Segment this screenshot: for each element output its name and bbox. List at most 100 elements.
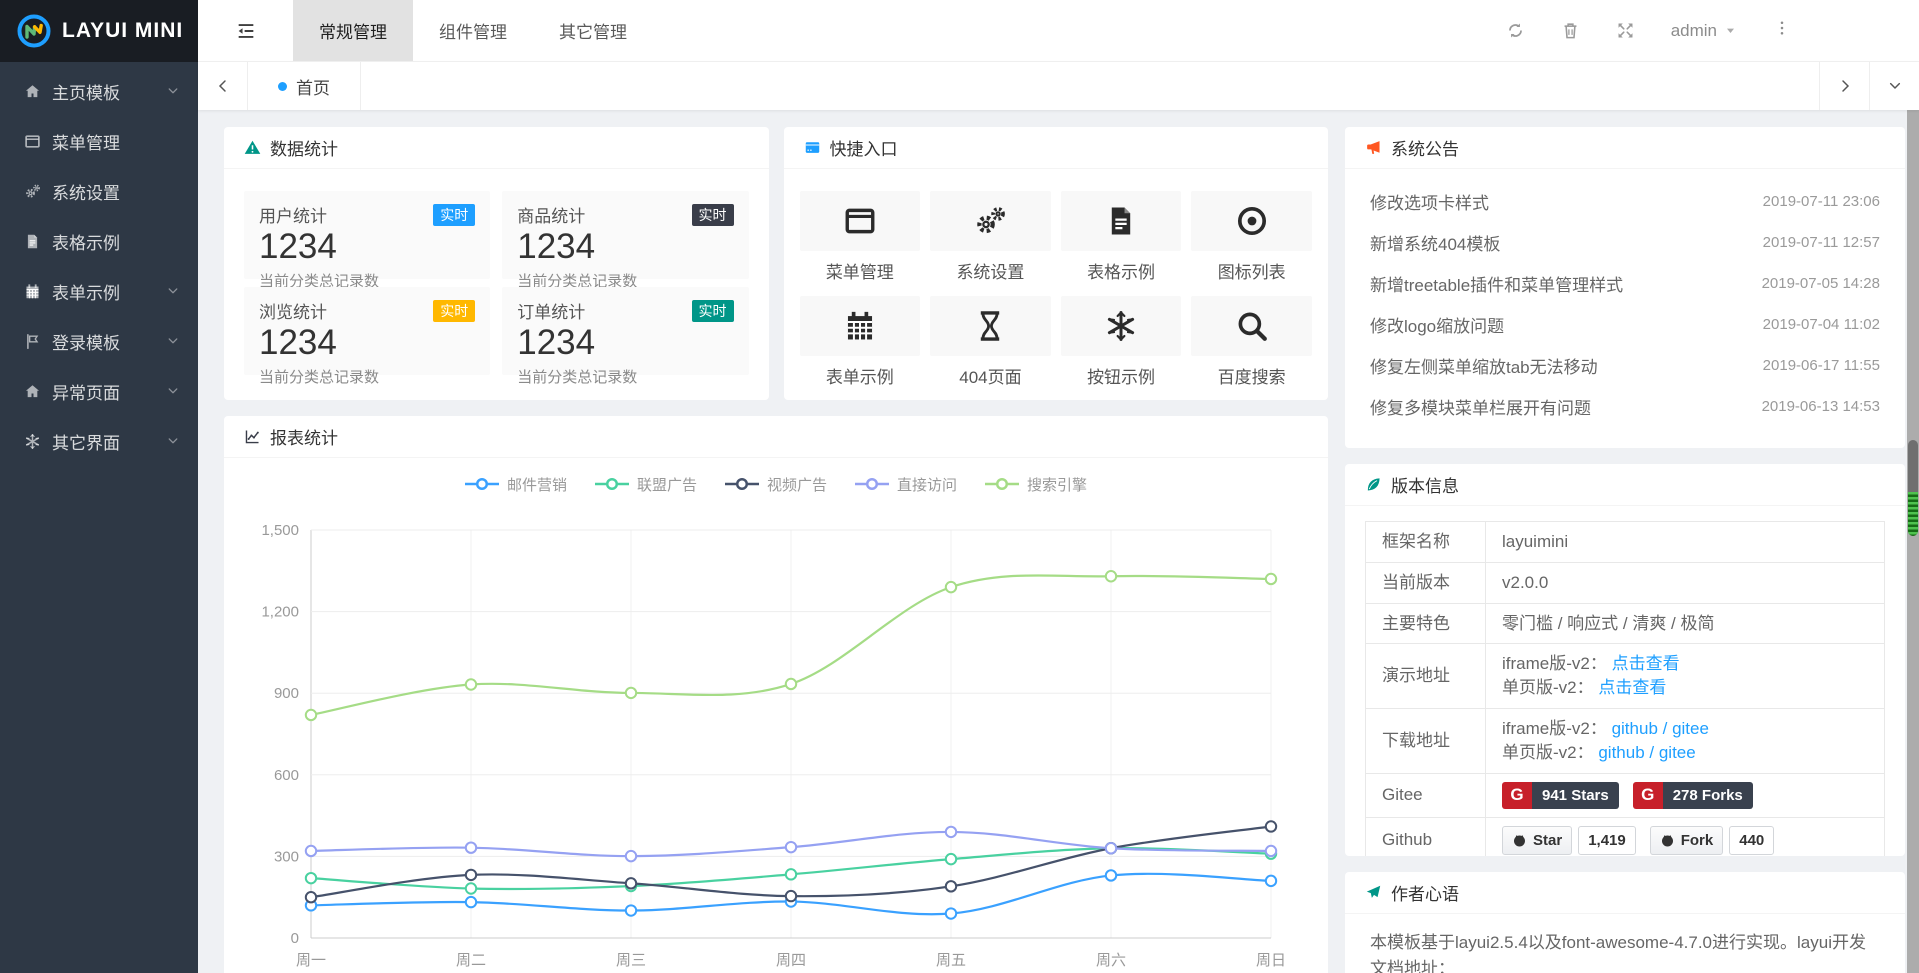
module-tab-1[interactable]: 组件管理	[413, 0, 533, 61]
quick-tile	[1191, 191, 1312, 251]
panel-title: 快捷入口	[830, 135, 898, 160]
sidebar-item-1[interactable]: 菜单管理	[0, 116, 198, 166]
link-gitee[interactable]: gitee	[1672, 719, 1709, 738]
github-star-button[interactable]: Star	[1502, 826, 1572, 855]
scrollbar[interactable]	[1907, 110, 1919, 973]
github-icon	[1512, 833, 1527, 848]
sidebar-item-6[interactable]: 异常页面	[0, 366, 198, 416]
module-tabs: 常规管理组件管理其它管理	[293, 0, 653, 61]
quick-entry-grid: 菜单管理 系统设置 表格示例 图标列表 表单示例 404页面 按钮示例 百度搜索	[784, 169, 1329, 400]
trash-button[interactable]	[1561, 21, 1580, 40]
quick-entry-表格示例[interactable]: 表格示例	[1061, 191, 1182, 296]
quick-entry-404页面[interactable]: 404页面	[930, 296, 1051, 400]
stat-card[interactable]: 商品统计实时 1234 当前分类总记录数	[502, 191, 748, 279]
gitee-badge[interactable]: G941 Stars	[1502, 782, 1619, 809]
quick-entry-系统设置[interactable]: 系统设置	[930, 191, 1051, 296]
user-menu[interactable]: admin	[1671, 21, 1737, 41]
legend-item-邮件营销[interactable]: 邮件营销	[465, 474, 567, 494]
tabs-menu-button[interactable]	[1869, 62, 1919, 110]
fullscreen-button[interactable]	[1616, 21, 1635, 40]
link-点击查看[interactable]: 点击查看	[1612, 654, 1680, 673]
panel-header: 报表统计	[224, 416, 1328, 458]
quick-entry-菜单管理[interactable]: 菜单管理	[800, 191, 921, 296]
sidebar-item-5[interactable]: 登录模板	[0, 316, 198, 366]
tabs-scroll-right-button[interactable]	[1819, 62, 1869, 110]
stat-card[interactable]: 用户统计实时 1234 当前分类总记录数	[244, 191, 490, 279]
panel-title: 报表统计	[270, 424, 338, 449]
announcement-row[interactable]: 修改选项卡样式 2019-07-11 23:06	[1370, 181, 1880, 222]
content-left-column: 数据统计 用户统计实时 1234 当前分类总记录数 商品统计实时 1234 当前…	[224, 127, 1328, 973]
announcement-list: 修改选项卡样式 2019-07-11 23:06 新增系统404模板 2019-…	[1345, 169, 1905, 427]
github-fork-button[interactable]: Fork	[1650, 826, 1724, 855]
home-icon	[24, 83, 41, 100]
panel-title: 数据统计	[270, 135, 338, 160]
github-star-count[interactable]: 1,419	[1578, 826, 1636, 855]
gitee-badge-text: 941 Stars	[1532, 782, 1619, 809]
tabbar-spacer	[361, 62, 1819, 110]
announcement-text: 修改选项卡样式	[1370, 189, 1489, 214]
panel-report-stats: 报表统计 邮件营销 联盟广告 视频广告 直接访问 搜索引擎 0300600900…	[224, 416, 1328, 973]
stat-card[interactable]: 浏览统计实时 1234 当前分类总记录数	[244, 287, 490, 375]
tabs-scroll-left-button[interactable]	[198, 62, 248, 110]
legend-item-直接访问[interactable]: 直接访问	[855, 474, 957, 494]
module-tab-0[interactable]: 常规管理	[293, 0, 413, 61]
panel-version-info: 版本信息 框架名称layuimini当前版本v2.0.0主要特色零门槛 / 响应…	[1345, 464, 1905, 856]
legend-item-搜索引擎[interactable]: 搜索引擎	[985, 474, 1087, 494]
refresh-button[interactable]	[1506, 21, 1525, 40]
calendar-icon	[24, 283, 41, 300]
gears-icon	[973, 204, 1007, 238]
fullscreen-icon	[1616, 21, 1635, 40]
sidebar-collapse-button[interactable]	[198, 0, 293, 61]
sidebar-item-0[interactable]: 主页模板	[0, 66, 198, 116]
sidebar-item-4[interactable]: 表单示例	[0, 266, 198, 316]
scrollbar-thumb[interactable]	[1908, 440, 1918, 536]
version-row-value: layuimini	[1486, 522, 1885, 563]
sidebar-item-2[interactable]: 系统设置	[0, 166, 198, 216]
github-icon	[1660, 833, 1675, 848]
announcement-row[interactable]: 新增treetable插件和菜单管理样式 2019-07-05 14:28	[1370, 263, 1880, 304]
sidebar-item-3[interactable]: 表格示例	[0, 216, 198, 266]
announcement-row[interactable]: 新增系统404模板 2019-07-11 12:57	[1370, 222, 1880, 263]
realtime-badge: 实时	[433, 204, 475, 226]
sidebar-item-label: 表格示例	[52, 229, 180, 254]
link-点击查看[interactable]: 点击查看	[1598, 678, 1666, 697]
quick-entry-图标列表[interactable]: 图标列表	[1191, 191, 1312, 296]
target-icon	[1235, 204, 1269, 238]
panel-announcements: 系统公告 修改选项卡样式 2019-07-11 23:06 新增系统404模板 …	[1345, 127, 1905, 448]
link-gitee[interactable]: gitee	[1659, 743, 1696, 762]
svg-text:0: 0	[291, 930, 299, 947]
announcement-row[interactable]: 修改logo缩放问题 2019-07-04 11:02	[1370, 304, 1880, 345]
version-row-value: 零门槛 / 响应式 / 清爽 / 极简	[1486, 603, 1885, 644]
topbar-right: admin	[1506, 0, 1919, 61]
legend-item-联盟广告[interactable]: 联盟广告	[595, 474, 697, 494]
sidebar-item-7[interactable]: 其它界面	[0, 416, 198, 466]
version-table: 框架名称layuimini当前版本v2.0.0主要特色零门槛 / 响应式 / 清…	[1365, 521, 1885, 856]
hourglass-icon	[973, 309, 1007, 343]
svg-text:300: 300	[274, 848, 299, 865]
stat-card[interactable]: 订单统计实时 1234 当前分类总记录数	[502, 287, 748, 375]
announcement-time: 2019-07-11 23:06	[1763, 193, 1880, 210]
legend-item-视频广告[interactable]: 视频广告	[725, 474, 827, 494]
module-tab-2[interactable]: 其它管理	[533, 0, 653, 61]
gitee-badge[interactable]: G278 Forks	[1633, 782, 1753, 809]
link-github[interactable]: github	[1598, 743, 1644, 762]
logo[interactable]: LAYUI MINI	[0, 0, 198, 62]
sidebar-item-label: 主页模板	[52, 79, 166, 104]
github-fork-count[interactable]: 440	[1729, 826, 1774, 855]
chevron-down-icon	[166, 84, 180, 98]
version-row: GiteeG941 StarsG278 Forks	[1366, 773, 1885, 817]
quick-entry-按钮示例[interactable]: 按钮示例	[1061, 296, 1182, 400]
topbar: 常规管理组件管理其它管理 admin	[198, 0, 1919, 62]
link-github[interactable]: github	[1612, 719, 1658, 738]
quick-entry-百度搜索[interactable]: 百度搜索	[1191, 296, 1312, 400]
quick-tile	[1061, 296, 1182, 356]
announcement-row[interactable]: 修复多模块菜单栏展开有问题 2019-06-13 14:53	[1370, 386, 1880, 427]
kebab-menu-button[interactable]	[1773, 19, 1791, 42]
tab-home[interactable]: 首页	[248, 62, 361, 110]
announcement-time: 2019-07-05 14:28	[1762, 275, 1880, 292]
announcement-row[interactable]: 修复左侧菜单缩放tab无法移动 2019-06-17 11:55	[1370, 345, 1880, 386]
announcement-text: 修改logo缩放问题	[1370, 312, 1504, 337]
quick-entry-表单示例[interactable]: 表单示例	[800, 296, 921, 400]
card-icon	[804, 139, 821, 156]
realtime-badge: 实时	[692, 204, 734, 226]
